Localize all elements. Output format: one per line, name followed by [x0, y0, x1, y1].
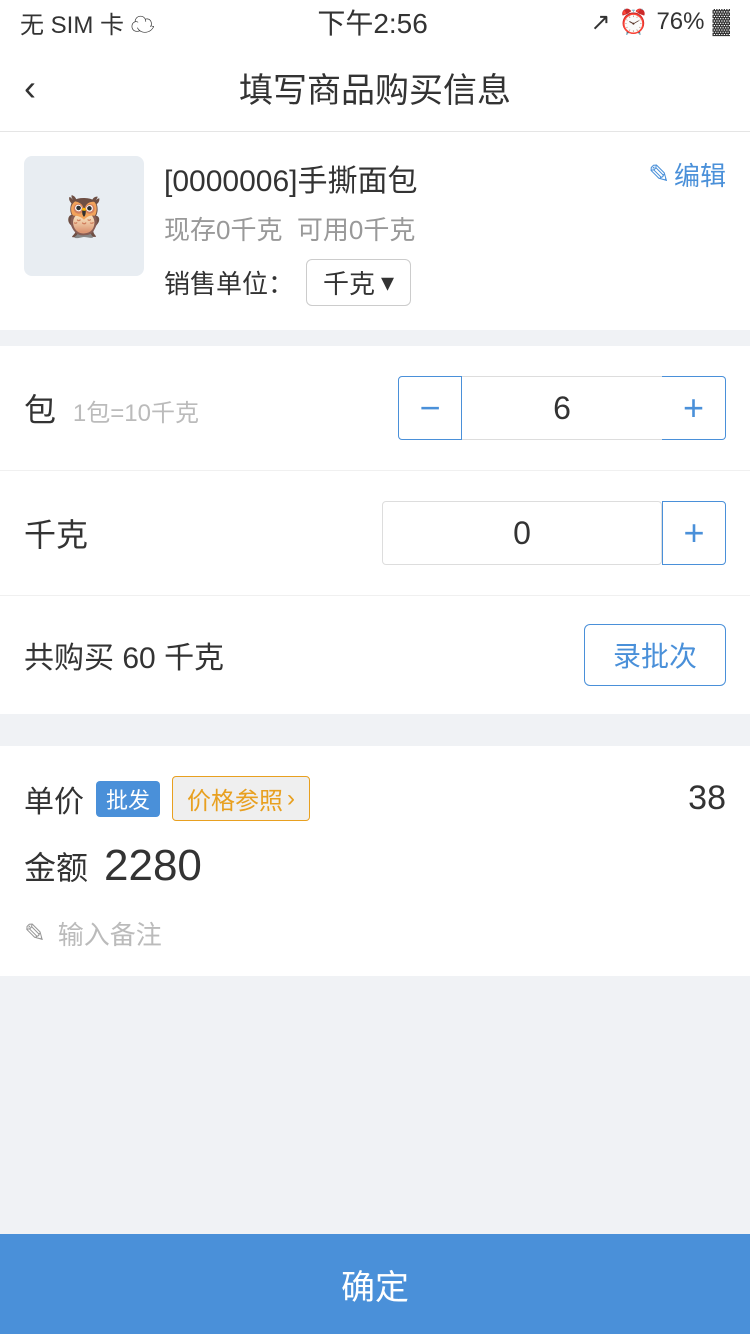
- amount-label: 金额: [24, 843, 88, 889]
- unit-label: 千克: [323, 264, 375, 301]
- price-value: 38: [688, 779, 726, 818]
- kg-increase-button[interactable]: +: [662, 501, 726, 565]
- bag-quantity-input[interactable]: [462, 376, 662, 440]
- summary-row: 共购买 60 千克 录批次: [0, 596, 750, 714]
- nav-bar: ‹ 填写商品购买信息: [0, 44, 750, 132]
- back-button[interactable]: ‹: [24, 67, 36, 109]
- unit-select[interactable]: 千克 ▾: [306, 259, 411, 306]
- batch-button[interactable]: 录批次: [584, 624, 726, 686]
- edit-button[interactable]: ✎ 编辑: [648, 156, 726, 193]
- sim-label: 无 SIM 卡 ☁: [20, 5, 155, 40]
- quantity-section: 包 1包=10千克 − + 千克 +: [0, 346, 750, 596]
- location-icon: ↗: [590, 8, 610, 37]
- kg-label: 千克: [24, 510, 382, 556]
- price-type-tag: 批发: [96, 781, 160, 817]
- bag-decrease-button[interactable]: −: [398, 376, 462, 440]
- chevron-right-icon: ›: [287, 785, 295, 813]
- product-logo: 🦉: [59, 193, 109, 240]
- amount-row: 金额 2280: [24, 841, 726, 891]
- edit-note-icon: ✎: [24, 918, 46, 949]
- battery-label: 76%: [656, 8, 704, 36]
- product-detail: 🦉 [0000006]手撕面包 现存0千克 可用0千克 销售单位： 千克 ▾: [24, 156, 417, 306]
- status-bar: 无 SIM 卡 ☁ 下午2:56 ↗ ⏰ 76% ▓: [0, 0, 750, 44]
- product-name: [0000006]手撕面包: [164, 156, 417, 200]
- status-time: 下午2:56: [317, 2, 428, 42]
- status-right: ↗ ⏰ 76% ▓: [590, 8, 730, 37]
- alarm-icon: ⏰: [619, 8, 649, 37]
- bag-quantity-controls: − +: [398, 376, 726, 440]
- product-card-top: 🦉 [0000006]手撕面包 现存0千克 可用0千克 销售单位： 千克 ▾: [24, 156, 726, 306]
- product-stock: 现存0千克 可用0千克: [164, 210, 417, 247]
- confirm-button[interactable]: 确定: [0, 1234, 750, 1334]
- page-title: 填写商品购买信息: [239, 63, 511, 112]
- price-ref-button[interactable]: 价格参照 ›: [172, 776, 310, 821]
- bag-sublabel: 1包=10千克: [73, 400, 199, 427]
- price-row: 单价 批发 价格参照 › 38: [24, 776, 726, 821]
- product-unit-row: 销售单位： 千克 ▾: [164, 259, 417, 306]
- status-left: 无 SIM 卡 ☁: [20, 5, 155, 40]
- battery-icon: ▓: [713, 8, 731, 36]
- note-placeholder: 输入备注: [58, 915, 162, 952]
- product-thumbnail: 🦉: [24, 156, 144, 276]
- bag-quantity-row: 包 1包=10千克 − +: [0, 346, 750, 471]
- separator-1: [0, 730, 750, 746]
- price-label: 单价: [24, 777, 84, 821]
- price-section: 单价 批发 价格参照 › 38 金额 2280 ✎ 输入备注: [0, 746, 750, 976]
- amount-value: 2280: [104, 841, 202, 891]
- empty-area: [0, 976, 750, 1256]
- kg-quantity-input[interactable]: [382, 501, 662, 565]
- bag-increase-button[interactable]: +: [662, 376, 726, 440]
- kg-quantity-controls: +: [382, 501, 726, 565]
- kg-quantity-row: 千克 +: [0, 471, 750, 596]
- summary-text: 共购买 60 千克: [24, 633, 224, 677]
- product-info: [0000006]手撕面包 现存0千克 可用0千克 销售单位： 千克 ▾: [164, 156, 417, 306]
- product-card: 🦉 [0000006]手撕面包 现存0千克 可用0千克 销售单位： 千克 ▾: [0, 132, 750, 330]
- bag-label: 包 1包=10千克: [24, 385, 398, 431]
- note-row[interactable]: ✎ 输入备注: [24, 915, 726, 952]
- dropdown-icon: ▾: [381, 267, 394, 298]
- edit-icon: ✎: [648, 159, 670, 190]
